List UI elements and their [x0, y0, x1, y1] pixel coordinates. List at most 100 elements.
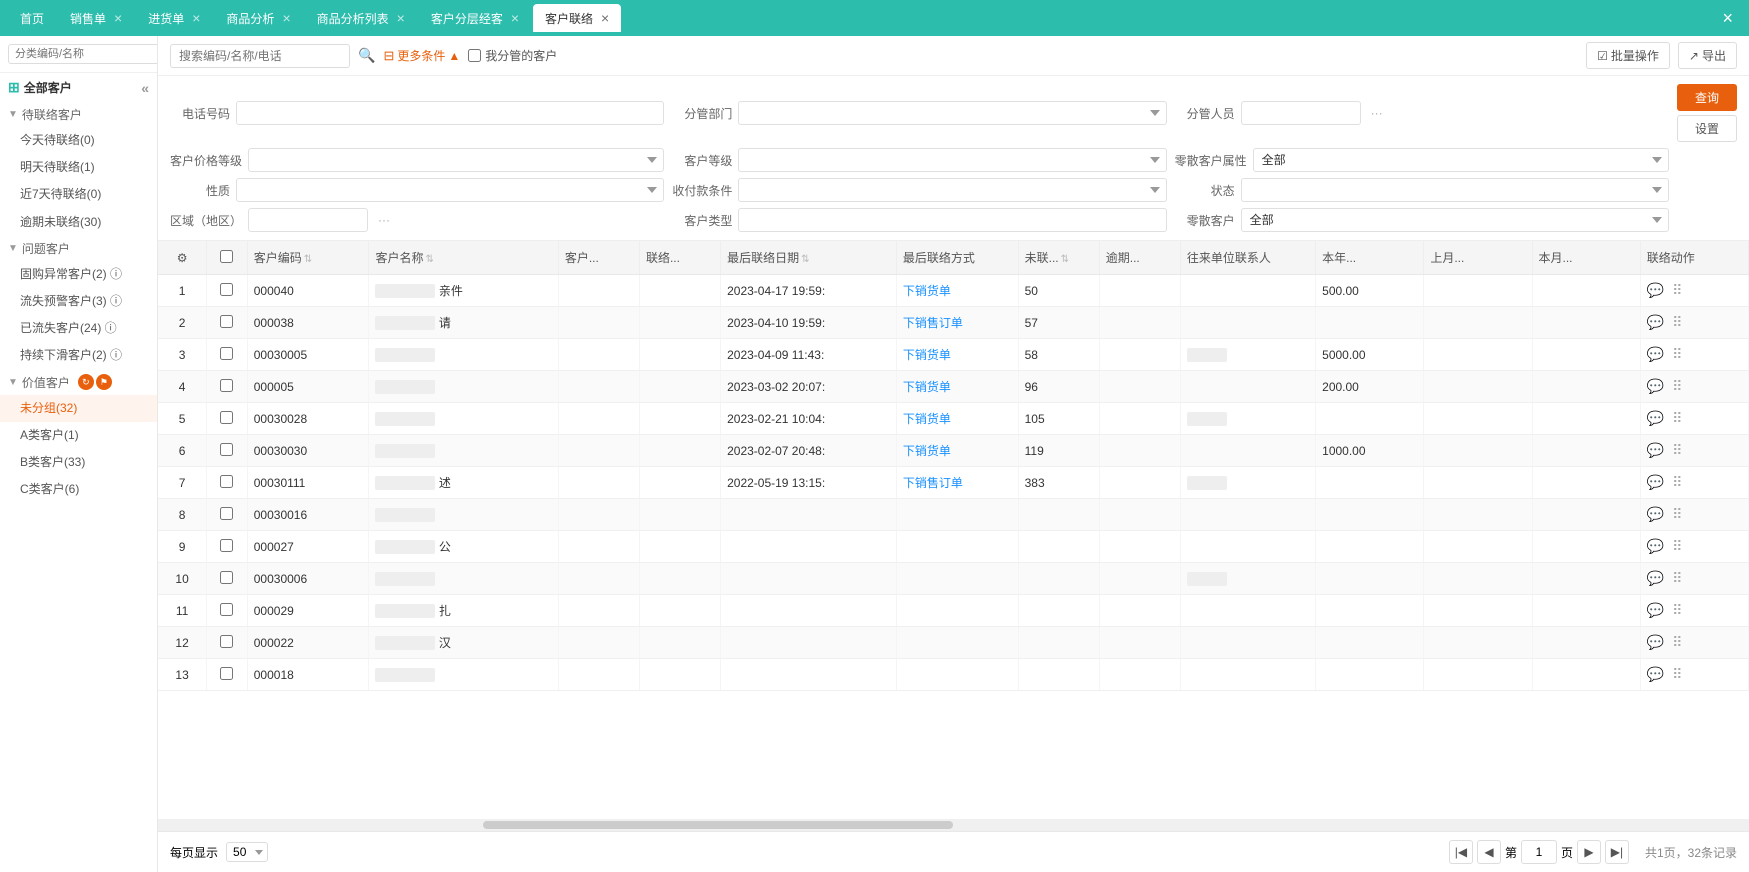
row-checkbox[interactable]	[220, 475, 233, 488]
more-action-icon[interactable]: ⠿	[1672, 506, 1682, 523]
page-number-input[interactable]	[1521, 840, 1557, 864]
cell-last-method[interactable]: 下销货单	[896, 371, 1018, 403]
contact-action-icon[interactable]: 💬	[1647, 410, 1664, 427]
more-action-icon[interactable]: ⠿	[1672, 602, 1682, 619]
th-level[interactable]: 客户...	[558, 241, 639, 275]
sidebar-lost[interactable]: 已流失客户(24) ⓘ	[0, 315, 157, 342]
sidebar-all-customers[interactable]: ⊞ 全部客户 «	[0, 73, 157, 102]
cell-check[interactable]	[207, 659, 248, 691]
first-page-btn[interactable]: |◀	[1449, 840, 1473, 864]
cell-last-method[interactable]: 下销售订单	[896, 307, 1018, 339]
more-action-icon[interactable]: ⠿	[1672, 634, 1682, 651]
last-method-link[interactable]: 下销货单	[903, 348, 951, 362]
row-checkbox[interactable]	[220, 379, 233, 392]
cell-check[interactable]	[207, 627, 248, 659]
more-action-icon[interactable]: ⠿	[1672, 410, 1682, 427]
sidebar-decline[interactable]: 持续下滑客户(2) ⓘ	[0, 342, 157, 369]
th-check[interactable]	[207, 241, 248, 275]
select-all-checkbox[interactable]	[220, 250, 233, 263]
filter-search-input[interactable]	[170, 44, 350, 68]
row-checkbox[interactable]	[220, 443, 233, 456]
more-conditions-btn[interactable]: ⊟ 更多条件 ▲	[383, 47, 460, 64]
sidebar-problem-group[interactable]: ▼ 问题客户	[0, 236, 157, 261]
sidebar-pending-group[interactable]: ▼ 待联络客户	[0, 102, 157, 127]
last-method-link[interactable]: 下销货单	[903, 444, 951, 458]
th-last-method[interactable]: 最后联络方式	[896, 241, 1018, 275]
filter-search-icon[interactable]: 🔍	[358, 47, 375, 64]
row-checkbox[interactable]	[220, 507, 233, 520]
retail-customer-select[interactable]: 全部	[1241, 208, 1669, 232]
contact-action-icon[interactable]: 💬	[1647, 378, 1664, 395]
sidebar-churn-risk[interactable]: 流失预警客户(3) ⓘ	[0, 288, 157, 315]
tab-customer-segment[interactable]: 客户分层经客 ×	[419, 4, 531, 32]
batch-ops-btn[interactable]: ☑ 批量操作	[1586, 42, 1670, 69]
contact-action-icon[interactable]: 💬	[1647, 346, 1664, 363]
tab-purchase[interactable]: 进货单 ×	[136, 4, 212, 32]
more-action-icon[interactable]: ⠿	[1672, 570, 1682, 587]
last-method-link[interactable]: 下销货单	[903, 284, 951, 298]
th-no-contact[interactable]: 未联...⇅	[1018, 241, 1099, 275]
cell-last-method[interactable]: 下销货单	[896, 435, 1018, 467]
row-checkbox[interactable]	[220, 315, 233, 328]
window-close-btn[interactable]: ×	[1714, 8, 1741, 29]
sidebar-group-a[interactable]: A类客户(1)	[0, 422, 157, 449]
more-action-icon[interactable]: ⠿	[1672, 474, 1682, 491]
tab-sales[interactable]: 销售单 ×	[58, 4, 134, 32]
th-name[interactable]: 客户名称⇅	[369, 241, 558, 275]
more-action-icon[interactable]: ⠿	[1672, 538, 1682, 555]
manager-input[interactable]	[1241, 101, 1361, 125]
cell-last-method[interactable]: 下销售订单	[896, 467, 1018, 499]
th-last-month[interactable]: 上月...	[1424, 241, 1532, 275]
th-contact-person[interactable]: 往来单位联系人	[1180, 241, 1315, 275]
row-checkbox[interactable]	[220, 539, 233, 552]
cell-check[interactable]	[207, 403, 248, 435]
row-checkbox[interactable]	[220, 667, 233, 680]
tab-analysis-close[interactable]: ×	[282, 10, 290, 26]
cell-check[interactable]	[207, 467, 248, 499]
tab-analysis-list-close[interactable]: ×	[397, 10, 405, 26]
contact-action-icon[interactable]: 💬	[1647, 538, 1664, 555]
contact-action-icon[interactable]: 💬	[1647, 506, 1664, 523]
more-action-icon[interactable]: ⠿	[1672, 346, 1682, 363]
horizontal-scrollbar[interactable]	[170, 821, 1737, 829]
phone-input[interactable]	[236, 101, 664, 125]
contact-action-icon[interactable]: 💬	[1647, 602, 1664, 619]
th-this-month[interactable]: 本月...	[1532, 241, 1640, 275]
price-level-select[interactable]	[248, 148, 664, 172]
tab-customer-contact-close[interactable]: ×	[601, 10, 609, 26]
row-checkbox[interactable]	[220, 571, 233, 584]
payment-select[interactable]	[738, 178, 1166, 202]
th-contact[interactable]: 联络...	[639, 241, 720, 275]
cell-check[interactable]	[207, 275, 248, 307]
more-action-icon[interactable]: ⠿	[1672, 442, 1682, 459]
cell-check[interactable]	[207, 371, 248, 403]
customer-level-select[interactable]	[738, 148, 1166, 172]
last-page-btn[interactable]: ▶|	[1605, 840, 1629, 864]
sidebar-group-c[interactable]: C类客户(6)	[0, 476, 157, 503]
sidebar-search-input[interactable]	[8, 44, 158, 64]
sidebar-abnormal[interactable]: 固购异常客户(2) ⓘ	[0, 261, 157, 288]
more-action-icon[interactable]: ⠿	[1672, 314, 1682, 331]
sidebar-ungraded[interactable]: 未分组(32)	[0, 395, 157, 422]
reset-btn[interactable]: 设置	[1677, 115, 1737, 142]
sidebar-group-b[interactable]: B类客户(33)	[0, 449, 157, 476]
sidebar-overdue-pending[interactable]: 逾期未联络(30)	[0, 209, 157, 236]
cell-check[interactable]	[207, 595, 248, 627]
more-action-icon[interactable]: ⠿	[1672, 282, 1682, 299]
contact-action-icon[interactable]: 💬	[1647, 634, 1664, 651]
tab-customer-segment-close[interactable]: ×	[511, 10, 519, 26]
my-customers-check[interactable]	[468, 49, 481, 62]
more-icon[interactable]: ···	[1371, 106, 1383, 120]
row-checkbox[interactable]	[220, 635, 233, 648]
row-checkbox[interactable]	[220, 283, 233, 296]
cell-last-method[interactable]: 下销货单	[896, 339, 1018, 371]
contact-action-icon[interactable]: 💬	[1647, 442, 1664, 459]
area-input[interactable]	[248, 208, 368, 232]
tab-sales-close[interactable]: ×	[114, 10, 122, 26]
cell-check[interactable]	[207, 531, 248, 563]
sidebar-week-pending[interactable]: 近7天待联络(0)	[0, 181, 157, 208]
tab-customer-contact[interactable]: 客户联络 ×	[533, 4, 621, 32]
th-gear[interactable]: ⚙	[158, 241, 207, 275]
my-customers-checkbox[interactable]: 我分管的客户	[468, 47, 557, 64]
last-method-link[interactable]: 下销售订单	[903, 316, 963, 330]
